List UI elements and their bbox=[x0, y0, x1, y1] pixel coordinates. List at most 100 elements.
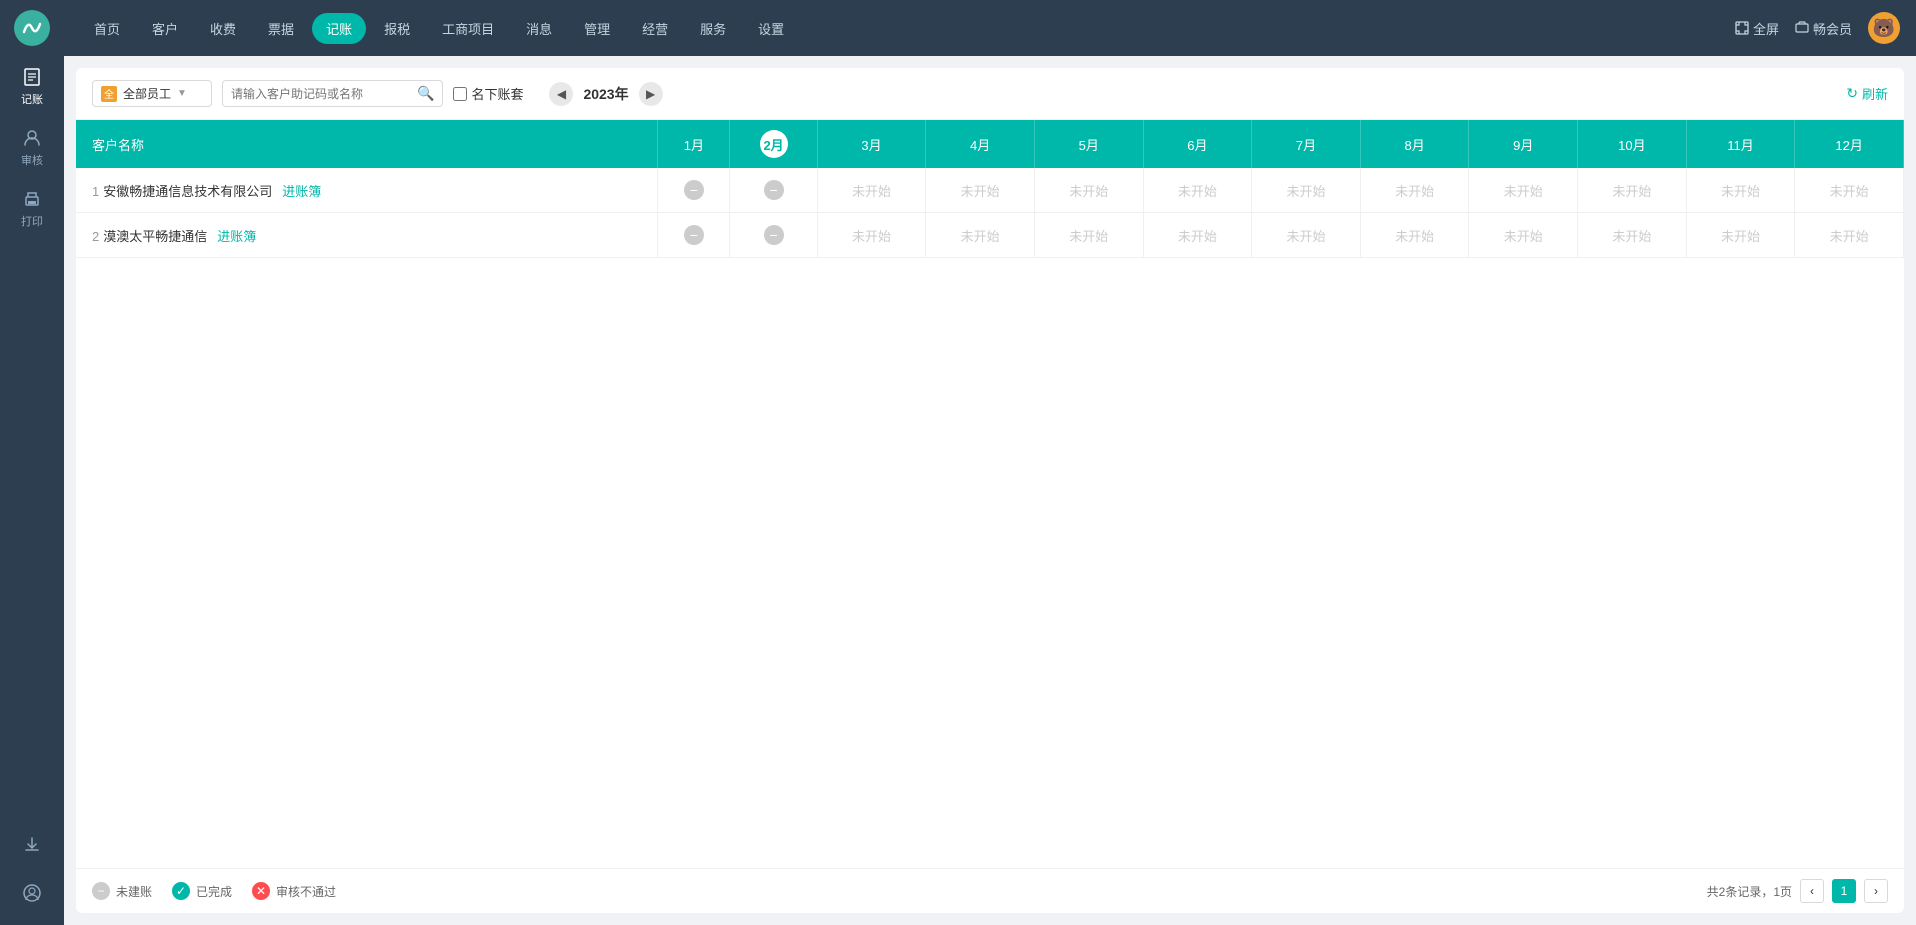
row-1-month-2: 未开始 bbox=[817, 213, 926, 258]
page-container: 全 全部员工 ▼ 🔍 名下账套 ◀ 2023年 ▶ bbox=[76, 68, 1904, 913]
row-0-month-8: 未开始 bbox=[1469, 168, 1578, 213]
row-number: 1 bbox=[92, 184, 99, 199]
status-not-started-text: 未开始 bbox=[1504, 229, 1543, 244]
th-jul: 7月 bbox=[1252, 120, 1361, 168]
legend-completed: ✓ 已完成 bbox=[172, 882, 232, 900]
nav-business[interactable]: 工商项目 bbox=[428, 13, 508, 44]
sidebar-item-audit[interactable]: 审核 bbox=[0, 117, 64, 178]
member-btn[interactable]: 畅会员 bbox=[1795, 19, 1852, 38]
row-1-month-0: − bbox=[658, 213, 730, 258]
sidebar-item-print[interactable]: 打印 bbox=[0, 178, 64, 239]
th-nov: 11月 bbox=[1686, 120, 1795, 168]
row-0-month-7: 未开始 bbox=[1360, 168, 1469, 213]
page-1-btn[interactable]: 1 bbox=[1832, 879, 1856, 903]
status-not-started-text: 未开始 bbox=[1069, 229, 1108, 244]
sidebar-item-bookkeeping[interactable]: 记账 bbox=[0, 56, 64, 117]
nav-message[interactable]: 消息 bbox=[512, 13, 566, 44]
th-apr: 4月 bbox=[926, 120, 1035, 168]
member-label: 畅会员 bbox=[1813, 19, 1852, 38]
audit-icon bbox=[21, 127, 43, 149]
row-0-month-9: 未开始 bbox=[1578, 168, 1687, 213]
nav-home[interactable]: 首页 bbox=[80, 13, 134, 44]
row-1-month-11: 未开始 bbox=[1795, 213, 1904, 258]
nav-invoice[interactable]: 票据 bbox=[254, 13, 308, 44]
nav-tax[interactable]: 报税 bbox=[370, 13, 424, 44]
fullscreen-btn[interactable]: 全屏 bbox=[1735, 19, 1779, 38]
row-0-month-0: − bbox=[658, 168, 730, 213]
th-may: 5月 bbox=[1034, 120, 1143, 168]
my-accounts-checkbox-wrap[interactable]: 名下账套 bbox=[453, 84, 523, 103]
row-0-month-3: 未开始 bbox=[926, 168, 1035, 213]
legend-completed-label: 已完成 bbox=[196, 883, 232, 900]
search-wrap: 🔍 bbox=[222, 80, 443, 107]
table-wrap: 客户名称 1月 2月 3月 4月 5月 6月 7月 8月 9月 10月 bbox=[76, 120, 1904, 868]
legend-teal-dot: ✓ bbox=[172, 882, 190, 900]
row-1-month-9: 未开始 bbox=[1578, 213, 1687, 258]
nav-client[interactable]: 客户 bbox=[138, 13, 192, 44]
main-area: 首页 客户 收费 票据 记账 报税 工商项目 消息 管理 经营 服务 设置 全屏 bbox=[64, 0, 1916, 925]
year-nav: ◀ 2023年 ▶ bbox=[549, 82, 662, 106]
legend-grey-dot: − bbox=[92, 882, 110, 900]
legend-not-created-label: 未建账 bbox=[116, 883, 152, 900]
row-1-month-8: 未开始 bbox=[1469, 213, 1578, 258]
staff-icon: 全 bbox=[101, 86, 117, 102]
legend-rejected-label: 审核不通过 bbox=[276, 883, 336, 900]
th-feb: 2月 bbox=[730, 120, 817, 168]
legend-rejected: ✕ 审核不通过 bbox=[252, 882, 336, 900]
page-prev-btn[interactable]: ‹ bbox=[1800, 879, 1824, 903]
refresh-btn[interactable]: ↻ 刷新 bbox=[1846, 84, 1888, 103]
status-not-started-text: 未开始 bbox=[1504, 184, 1543, 199]
row-0-month-4: 未开始 bbox=[1034, 168, 1143, 213]
search-input[interactable] bbox=[231, 87, 411, 101]
th-client-name: 客户名称 bbox=[76, 120, 658, 168]
row-1-month-4: 未开始 bbox=[1034, 213, 1143, 258]
enter-ledger-link[interactable]: 进账簿 bbox=[282, 184, 321, 199]
nav-bookkeeping[interactable]: 记账 bbox=[312, 13, 366, 44]
status-dash-icon: − bbox=[764, 180, 784, 200]
content: 全 全部员工 ▼ 🔍 名下账套 ◀ 2023年 ▶ bbox=[64, 56, 1916, 925]
status-not-started-text: 未开始 bbox=[1612, 229, 1651, 244]
total-text: 共2条记录，1页 bbox=[1707, 883, 1792, 900]
nav-operation[interactable]: 经营 bbox=[628, 13, 682, 44]
status-dash-icon: − bbox=[684, 225, 704, 245]
main-table: 客户名称 1月 2月 3月 4月 5月 6月 7月 8月 9月 10月 bbox=[76, 120, 1904, 258]
status-not-started-text: 未开始 bbox=[1612, 184, 1651, 199]
year-next-btn[interactable]: ▶ bbox=[639, 82, 663, 106]
nav-manage[interactable]: 管理 bbox=[570, 13, 624, 44]
status-dash-icon: − bbox=[684, 180, 704, 200]
status-not-started-text: 未开始 bbox=[1721, 229, 1760, 244]
status-not-started-text: 未开始 bbox=[1287, 229, 1326, 244]
row-0-month-11: 未开始 bbox=[1795, 168, 1904, 213]
nav-service[interactable]: 服务 bbox=[686, 13, 740, 44]
th-oct: 10月 bbox=[1578, 120, 1687, 168]
status-not-started-text: 未开始 bbox=[1287, 184, 1326, 199]
nav-settings[interactable]: 设置 bbox=[744, 13, 798, 44]
status-not-started-text: 未开始 bbox=[1395, 229, 1434, 244]
current-month-circle: 2月 bbox=[760, 130, 788, 158]
client-name-text: 安徽畅捷通信息技术有限公司 bbox=[103, 184, 272, 199]
year-text: 2023年 bbox=[583, 84, 628, 104]
sidebar-download-btn[interactable] bbox=[0, 825, 64, 865]
year-prev-btn[interactable]: ◀ bbox=[549, 82, 573, 106]
my-accounts-label: 名下账套 bbox=[471, 84, 523, 103]
search-icon[interactable]: 🔍 bbox=[417, 85, 434, 102]
staff-select[interactable]: 全 全部员工 ▼ bbox=[92, 80, 212, 107]
status-not-started-text: 未开始 bbox=[852, 184, 891, 199]
row-1-month-5: 未开始 bbox=[1143, 213, 1252, 258]
print-icon bbox=[21, 188, 43, 210]
sidebar-user-btn[interactable] bbox=[0, 873, 64, 913]
legend-not-created: − 未建账 bbox=[92, 882, 152, 900]
th-jan: 1月 bbox=[658, 120, 730, 168]
row-1-month-7: 未开始 bbox=[1360, 213, 1469, 258]
nav-billing[interactable]: 收费 bbox=[196, 13, 250, 44]
my-accounts-checkbox[interactable] bbox=[453, 87, 467, 101]
enter-ledger-link[interactable]: 进账簿 bbox=[217, 229, 256, 244]
table-row: 1 安徽畅捷通信息技术有限公司进账簿 − − 未开始 未开始 未开始 未开始 未开始 未开始 未开始… bbox=[76, 168, 1904, 213]
row-1-month-3: 未开始 bbox=[926, 213, 1035, 258]
refresh-label: 刷新 bbox=[1862, 84, 1888, 103]
page-next-btn[interactable]: › bbox=[1864, 879, 1888, 903]
status-not-started-text: 未开始 bbox=[961, 184, 1000, 199]
user-avatar[interactable]: 🐻 bbox=[1868, 12, 1900, 44]
row-0-month-1: − bbox=[730, 168, 817, 213]
status-not-started-text: 未开始 bbox=[1830, 184, 1869, 199]
